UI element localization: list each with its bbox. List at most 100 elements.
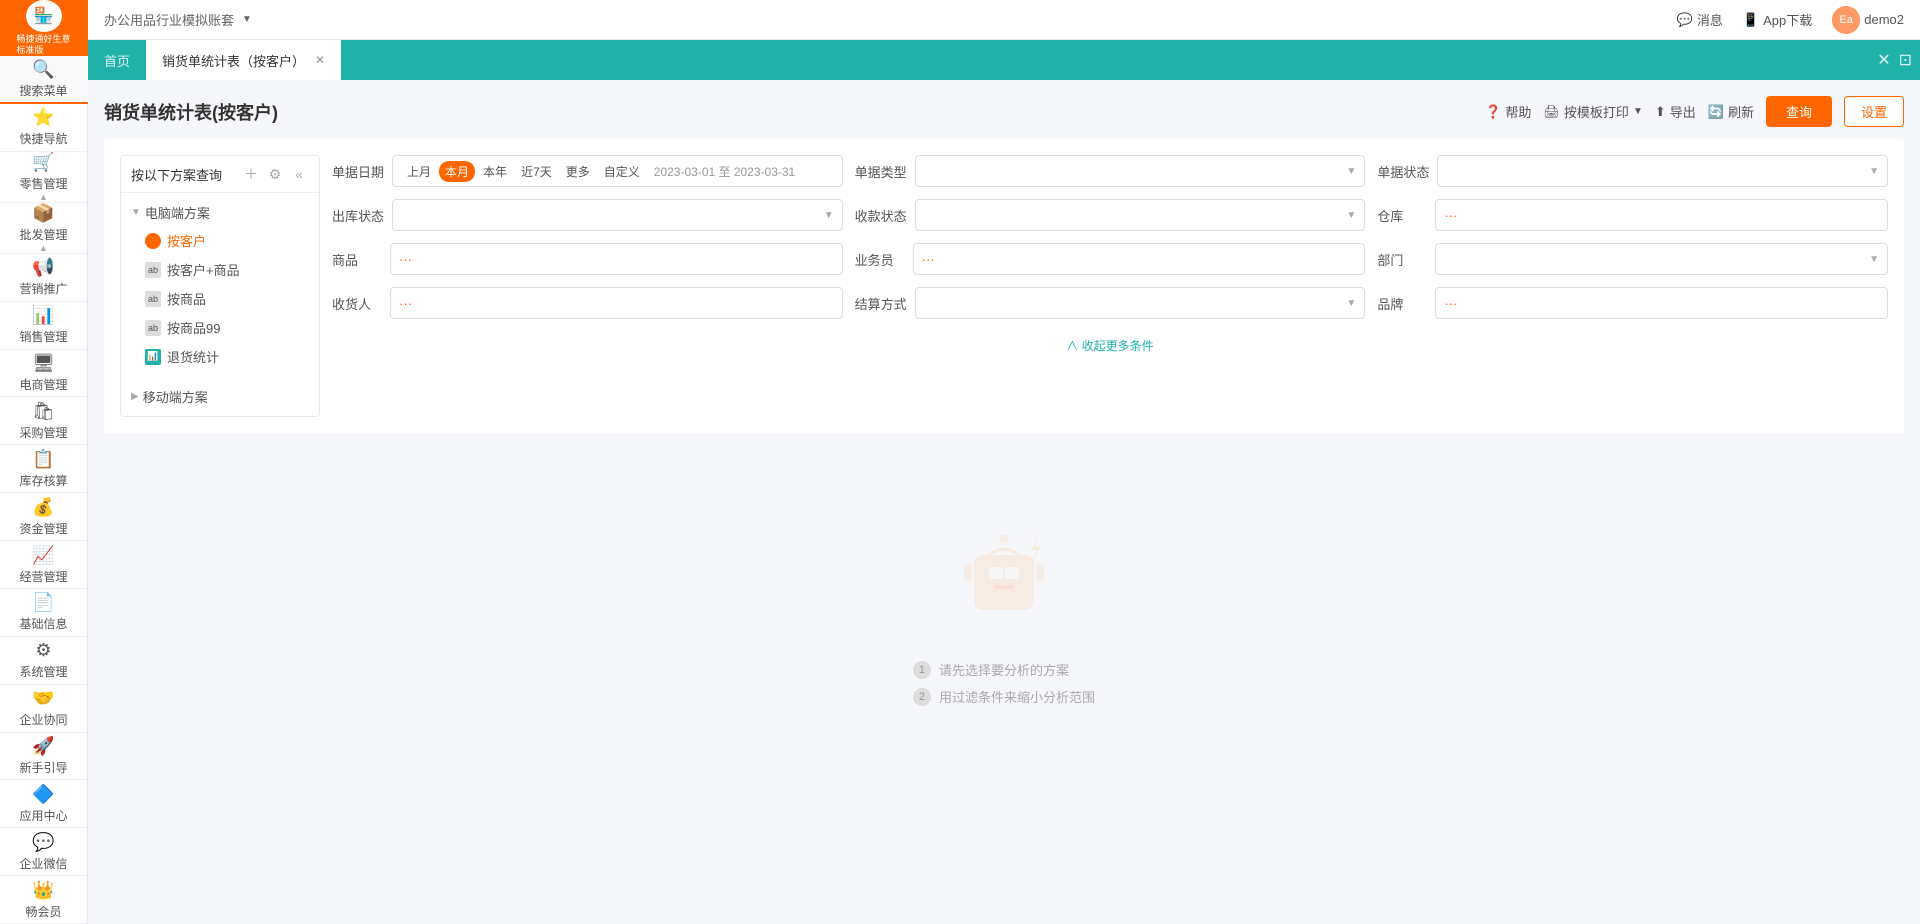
tab-home[interactable]: 首页 (88, 40, 146, 80)
refresh-icon: 🔄 (1708, 104, 1724, 120)
scheme-item-icon: 📊 (145, 349, 161, 365)
settlement-input[interactable]: ▼ (915, 287, 1366, 319)
sidebar-item-app-center[interactable]: 🔷 应用中心 (0, 780, 88, 828)
sidebar-item-system[interactable]: ⚙ 系统管理 (0, 637, 88, 685)
message-btn[interactable]: 💬 消息 (1677, 10, 1723, 29)
export-label: 导出 (1670, 102, 1696, 121)
logo[interactable]: 🏪 畅捷通好生意 标准版 (0, 0, 88, 56)
help-btn[interactable]: ❓ 帮助 (1485, 102, 1531, 121)
scheme-group-mobile-header[interactable]: ▶ 移动端方案 (121, 383, 319, 410)
product-input[interactable]: ··· (390, 243, 843, 275)
filter-order-type: 单据类型 ▼ (855, 155, 1366, 187)
date-btn-custom[interactable]: 自定义 (598, 161, 646, 182)
tab-restore-action[interactable]: ⊡ (1899, 50, 1912, 70)
sidebar-item-label: 应用中心 (19, 807, 67, 824)
collapse-bar[interactable]: ∧ 收起更多条件 (332, 331, 1888, 360)
app-download-btn[interactable]: 📱 App下载 (1743, 10, 1812, 29)
filter-date: 单据日期 上月 本月 本年 近7天 更多 自定义 20 (332, 155, 843, 187)
retail-icon: 🛒 (32, 152, 54, 173)
sidebar-item-label: 电商管理 (19, 376, 67, 393)
date-filter-input[interactable]: 上月 本月 本年 近7天 更多 自定义 2023-03-01 至 2023-03… (392, 155, 843, 187)
inventory-icon: 📋 (32, 449, 54, 470)
scheme-group-desktop-header[interactable]: ▼ 电脑端方案 (121, 199, 319, 226)
scheme-item-by-customer-product[interactable]: ab 按客户+商品 (121, 255, 319, 284)
sales-icon: 📊 (32, 305, 54, 326)
sidebar-item-enterprise[interactable]: 🤝 企业协同 (0, 685, 88, 733)
sidebar-item-search[interactable]: 🔍 搜索菜单 (0, 56, 88, 104)
filter-salesperson: 业务员 ··· (855, 243, 1366, 275)
sidebar-item-retail[interactable]: 🛒 零售管理 ▲ (0, 152, 88, 203)
user-profile[interactable]: Ea demo2 (1832, 6, 1904, 34)
sidebar-item-quick-nav[interactable]: ⭐ 快捷导航 (0, 104, 88, 152)
department-input[interactable]: ▼ (1435, 243, 1888, 275)
warehouse-input[interactable]: ··· (1435, 199, 1888, 231)
newbie-icon: 🚀 (32, 736, 54, 757)
refresh-btn[interactable]: 🔄 刷新 (1708, 102, 1754, 121)
sidebar-item-label: 系统管理 (19, 663, 67, 680)
print-icon: 🖨 (1543, 104, 1560, 120)
empty-state-icon (944, 525, 1064, 644)
date-btn-more[interactable]: 更多 (560, 161, 596, 182)
sidebar-item-ecommerce[interactable]: 🖥 电商管理 (0, 350, 88, 398)
tab-close-btn[interactable]: ✕ (315, 53, 325, 67)
app-center-icon: 🔷 (32, 784, 54, 805)
salesperson-label: 业务员 (855, 250, 905, 269)
query-button[interactable]: 查询 (1766, 96, 1832, 127)
filter-out-status: 出库状态 ▼ (332, 199, 843, 231)
scheme-item-return-stat[interactable]: 📊 退货统计 (121, 342, 319, 371)
order-type-label: 单据类型 (855, 162, 907, 181)
scheme-group-desktop: ▼ 电脑端方案 按客户 ab 按客户+商品 (121, 193, 319, 377)
app-download-icon: 📱 (1743, 12, 1759, 28)
order-status-input[interactable]: ▼ (1437, 155, 1888, 187)
empty-hints: 1 请先选择要分析的方案 2 用过滤条件来缩小分析范围 (913, 660, 1095, 706)
scheme-item-by-product-99[interactable]: ab 按商品99 (121, 313, 319, 342)
hint-num-2: 2 (913, 688, 931, 706)
brand-input[interactable]: ··· (1435, 287, 1888, 319)
scheme-title: 按以下方案查询 (131, 165, 222, 184)
out-status-input[interactable]: ▼ (392, 199, 843, 231)
receiver-input[interactable]: ··· (390, 287, 843, 319)
date-btn-this-month[interactable]: 本月 (439, 161, 475, 182)
scheme-item-by-customer[interactable]: 按客户 (121, 226, 319, 255)
sidebar-item-operations[interactable]: 📈 经营管理 (0, 541, 88, 589)
scheme-collapse-btn[interactable]: « (289, 164, 309, 184)
sidebar-item-newbie[interactable]: 🚀 新手引导 (0, 733, 88, 781)
print-dropdown-icon[interactable]: ▼ (1633, 106, 1643, 117)
sidebar-item-wholesale[interactable]: 📦 批发管理 ▲ (0, 203, 88, 254)
date-btn-7days[interactable]: 近7天 (515, 161, 558, 182)
payment-status-input[interactable]: ▼ (915, 199, 1366, 231)
scheme-item-by-product[interactable]: ab 按商品 (121, 284, 319, 313)
sidebar-item-inventory[interactable]: 📋 库存核算 (0, 445, 88, 493)
header-left: 办公用品行业模拟账套 ▼ (104, 10, 252, 29)
settings-button[interactable]: 设置 (1844, 96, 1904, 127)
tab-home-label: 首页 (104, 51, 130, 70)
sidebar-item-finance[interactable]: 💰 资金管理 (0, 493, 88, 541)
breadcrumb-dropdown-icon[interactable]: ▼ (242, 14, 252, 25)
date-btn-last-month[interactable]: 上月 (401, 161, 437, 182)
tab-sales-stat[interactable]: 销货单统计表（按客户） ✕ (146, 40, 341, 80)
scheme-group-expand-icon: ▼ (131, 207, 141, 218)
sidebar-item-marketing[interactable]: 📢 营销推广 (0, 254, 88, 302)
scheme-settings-btn[interactable]: ⚙ (265, 164, 285, 184)
sidebar-item-basic[interactable]: 📄 基础信息 (0, 589, 88, 637)
tab-close-action[interactable]: ✕ (1877, 50, 1890, 70)
salesperson-input[interactable]: ··· (913, 243, 1366, 275)
scheme-item-icon (145, 233, 161, 249)
user-name: demo2 (1864, 12, 1904, 27)
export-btn[interactable]: ⬆ 导出 (1655, 102, 1696, 121)
page-actions: ❓ 帮助 🖨 按模板打印 ▼ ⬆ 导出 🔄 刷新 查询 设置 (1485, 96, 1904, 127)
print-btn[interactable]: 🖨 按模板打印 ▼ (1543, 102, 1642, 121)
empty-state: 1 请先选择要分析的方案 2 用过滤条件来缩小分析范围 (104, 445, 1904, 786)
filter-layout: 按以下方案查询 ＋ ⚙ « ▼ 电脑端方案 (120, 155, 1888, 417)
sidebar-item-member[interactable]: 👑 畅会员 (0, 876, 88, 924)
date-btn-this-year[interactable]: 本年 (477, 161, 513, 182)
sidebar-item-sales[interactable]: 📊 销售管理 (0, 302, 88, 350)
sidebar-item-enterprise-wechat[interactable]: 💬 企业微信 (0, 828, 88, 876)
receiver-label: 收货人 (332, 294, 382, 313)
settlement-dropdown-icon: ▼ (1346, 298, 1356, 309)
sidebar-item-purchase[interactable]: 🛍 采购管理 (0, 397, 88, 445)
filter-receiver: 收货人 ··· (332, 287, 843, 319)
scheme-add-btn[interactable]: ＋ (241, 164, 261, 184)
logo-icon: 🏪 (26, 0, 62, 32)
order-type-input[interactable]: ▼ (915, 155, 1366, 187)
